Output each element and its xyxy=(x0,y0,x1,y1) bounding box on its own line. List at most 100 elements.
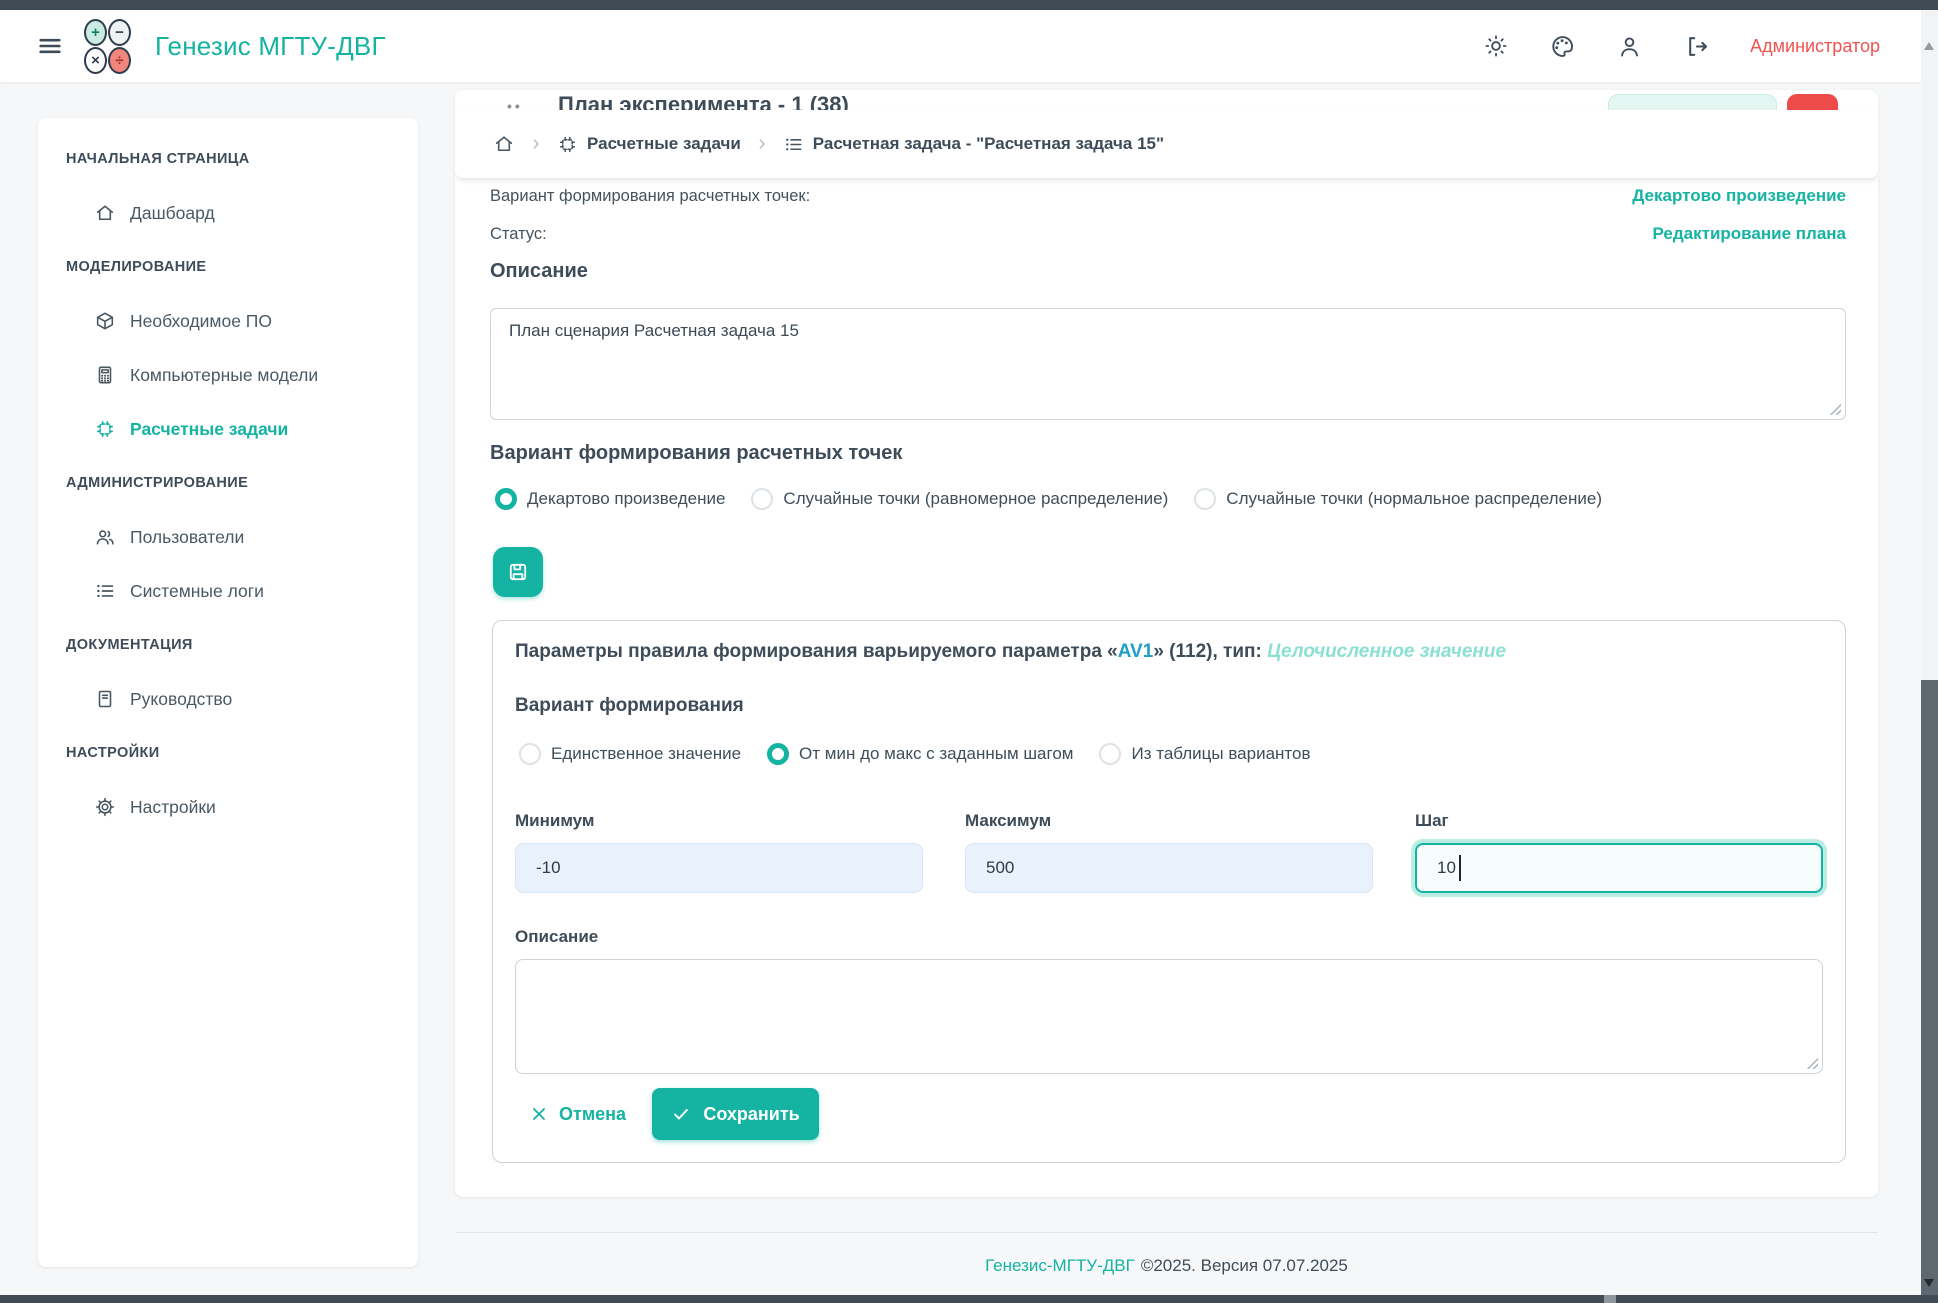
plan-description-textarea[interactable]: План сценария Расчетная задача 15 xyxy=(490,308,1846,420)
radio-from-table[interactable]: Из таблицы вариантов xyxy=(1099,743,1311,765)
param-title-prefix: Параметры правила формирования варьируем… xyxy=(515,641,1102,662)
users-icon xyxy=(94,526,116,548)
sidebar-section-home: НАЧАЛЬНАЯ СТРАНИЦА xyxy=(66,151,250,167)
sidebar-item-manual[interactable]: Руководство xyxy=(38,672,418,726)
sidebar-item-calc-tasks[interactable]: Расчетные задачи xyxy=(38,402,418,456)
app-window: + − × ÷ Генезис МГТУ-ДВГ Администратор Н… xyxy=(0,0,1938,1303)
radio-random-normal[interactable]: Случайные точки (нормальное распределени… xyxy=(1194,488,1602,510)
points-variant-heading: Вариант формирования расчетных точек xyxy=(490,442,903,464)
check-icon xyxy=(671,1104,691,1124)
radio-unselected-icon xyxy=(751,488,774,510)
maximum-label: Максимум xyxy=(965,811,1052,830)
sidebar-item-label: Настройки xyxy=(130,796,216,817)
radio-label: Случайные точки (равномерное распределен… xyxy=(783,489,1169,508)
radio-label: Из таблицы вариантов xyxy=(1131,744,1311,763)
vertical-scrollbar[interactable] xyxy=(1921,10,1938,1295)
minimum-input[interactable] xyxy=(515,843,923,893)
param-rule-title: Параметры правила формирования варьируем… xyxy=(515,641,1823,663)
sidebar-item-users[interactable]: Пользователи xyxy=(38,510,418,564)
logo-plus-icon: + xyxy=(84,18,107,46)
step-input[interactable] xyxy=(1415,843,1823,893)
sidebar-section-admin: АДМИНИСТРИРОВАНИЕ xyxy=(66,475,249,491)
footer-brand-link[interactable]: Генезис-МГТУ-ДВГ xyxy=(985,1256,1135,1275)
sidebar-item-system-logs[interactable]: Системные логи xyxy=(38,564,418,618)
list-icon xyxy=(783,134,804,155)
radio-single-value[interactable]: Единственное значение xyxy=(519,743,741,765)
cpu-icon xyxy=(557,134,578,155)
radio-unselected-icon xyxy=(1194,488,1217,510)
save-plan-button[interactable] xyxy=(493,547,543,597)
radio-min-max-step[interactable]: От мин до макс с заданным шагом xyxy=(767,743,1073,765)
info-row-status: Статус: Редактирование плана xyxy=(490,224,1846,244)
theme-sun-icon[interactable] xyxy=(1483,33,1509,59)
header-right: Администратор xyxy=(1483,33,1880,60)
sidebar-item-label: Необходимое ПО xyxy=(130,310,272,331)
breadcrumb-label: Расчетные задачи xyxy=(587,134,741,153)
sidebar-item-settings[interactable]: Настройки xyxy=(38,780,418,834)
radio-selected-icon xyxy=(767,743,790,765)
variant-radio-group: Единственное значение От мин до макс с з… xyxy=(519,743,1311,765)
sidebar-item-dashboard[interactable]: Дашбоард xyxy=(38,186,418,240)
sidebar-item-label: Компьютерные модели xyxy=(130,364,319,385)
breadcrumb-item-tasks[interactable]: Расчетные задачи xyxy=(557,134,741,155)
breadcrumb-item-task-15[interactable]: Расчетная задача - "Расчетная задача 15" xyxy=(783,134,1164,155)
info-label: Вариант формирования расчетных точек: xyxy=(490,186,811,205)
sidebar-item-computer-models[interactable]: Компьютерные модели xyxy=(38,348,418,402)
hamburger-menu-icon[interactable] xyxy=(36,32,64,60)
floppy-save-icon xyxy=(506,560,530,584)
scrollbar-up-arrow-icon[interactable] xyxy=(1924,42,1934,50)
param-name: AV1 xyxy=(1117,641,1154,662)
sidebar-item-software[interactable]: Необходимое ПО xyxy=(38,294,418,348)
app-header: + − × ÷ Генезис МГТУ-ДВГ Администратор xyxy=(0,10,1938,82)
app-logo: + − × ÷ xyxy=(84,18,131,74)
breadcrumb-home-icon[interactable] xyxy=(493,133,515,155)
user-role-label[interactable]: Администратор xyxy=(1750,36,1880,57)
radio-label: От мин до макс с заданным шагом xyxy=(799,744,1074,763)
logo-minus-icon: − xyxy=(108,18,131,46)
chevron-right-icon xyxy=(528,136,544,152)
rule-actions: Отмена Сохранить xyxy=(529,1088,820,1140)
sidebar-section-settings: НАСТРОЙКИ xyxy=(66,745,160,761)
sidebar-item-label: Расчетные задачи xyxy=(130,418,289,439)
chevron-right-icon xyxy=(754,136,770,152)
cancel-label: Отмена xyxy=(559,1103,627,1124)
param-title-middle: (112), тип: xyxy=(1169,641,1262,662)
horizontal-scrollbar-top[interactable] xyxy=(0,0,1938,10)
plan-description-wrap: План сценария Расчетная задача 15 xyxy=(490,308,1846,420)
sidebar-section-modeling: МОДЕЛИРОВАНИЕ xyxy=(66,259,207,275)
radio-random-uniform[interactable]: Случайные точки (равномерное распределен… xyxy=(751,488,1168,510)
sidebar: НАЧАЛЬНАЯ СТРАНИЦА Дашбоард МОДЕЛИРОВАНИ… xyxy=(38,118,418,1267)
text-caret xyxy=(1459,855,1461,881)
points-variant-radio-group: Декартово произведение Случайные точки (… xyxy=(495,488,1602,510)
list-icon xyxy=(94,580,116,602)
breadcrumb: Расчетные задачи Расчетная задача - "Рас… xyxy=(455,110,1878,178)
maximum-input[interactable] xyxy=(965,843,1373,893)
scrollbar-down-arrow-icon xyxy=(1924,1279,1934,1287)
param-quote: » xyxy=(1153,641,1164,662)
logout-icon[interactable] xyxy=(1683,33,1710,60)
cancel-button[interactable]: Отмена xyxy=(529,1104,626,1125)
min-max-step-fields: Минимум Максимум Шаг xyxy=(515,811,1823,893)
info-value: Декартово произведение xyxy=(1632,186,1846,205)
minimum-label: Минимум xyxy=(515,811,595,830)
logo-multiply-icon: × xyxy=(84,46,107,74)
radio-label: Случайные точки (нормальное распределени… xyxy=(1226,489,1603,508)
home-icon xyxy=(94,202,116,224)
calculator-icon xyxy=(94,364,116,386)
user-profile-icon[interactable] xyxy=(1616,33,1643,60)
description-heading: Описание xyxy=(490,260,588,282)
vertical-scrollbar-thumb[interactable] xyxy=(1921,680,1938,1280)
radio-cartesian-product[interactable]: Декартово произведение xyxy=(495,488,725,510)
param-quote: « xyxy=(1107,641,1118,662)
sidebar-item-label: Дашбоард xyxy=(130,202,215,223)
save-rule-button[interactable]: Сохранить xyxy=(652,1088,820,1140)
step-label: Шаг xyxy=(1415,811,1449,830)
rule-description-textarea[interactable] xyxy=(515,959,1823,1074)
param-type: Целочисленное значение xyxy=(1267,641,1507,662)
horizontal-scrollbar[interactable] xyxy=(0,1295,1938,1303)
radio-label: Декартово произведение xyxy=(527,489,726,508)
cube-icon xyxy=(94,310,116,332)
header-left: + − × ÷ Генезис МГТУ-ДВГ xyxy=(36,18,386,74)
palette-icon[interactable] xyxy=(1549,33,1576,60)
scrollbar-down-button[interactable] xyxy=(1921,1271,1938,1295)
